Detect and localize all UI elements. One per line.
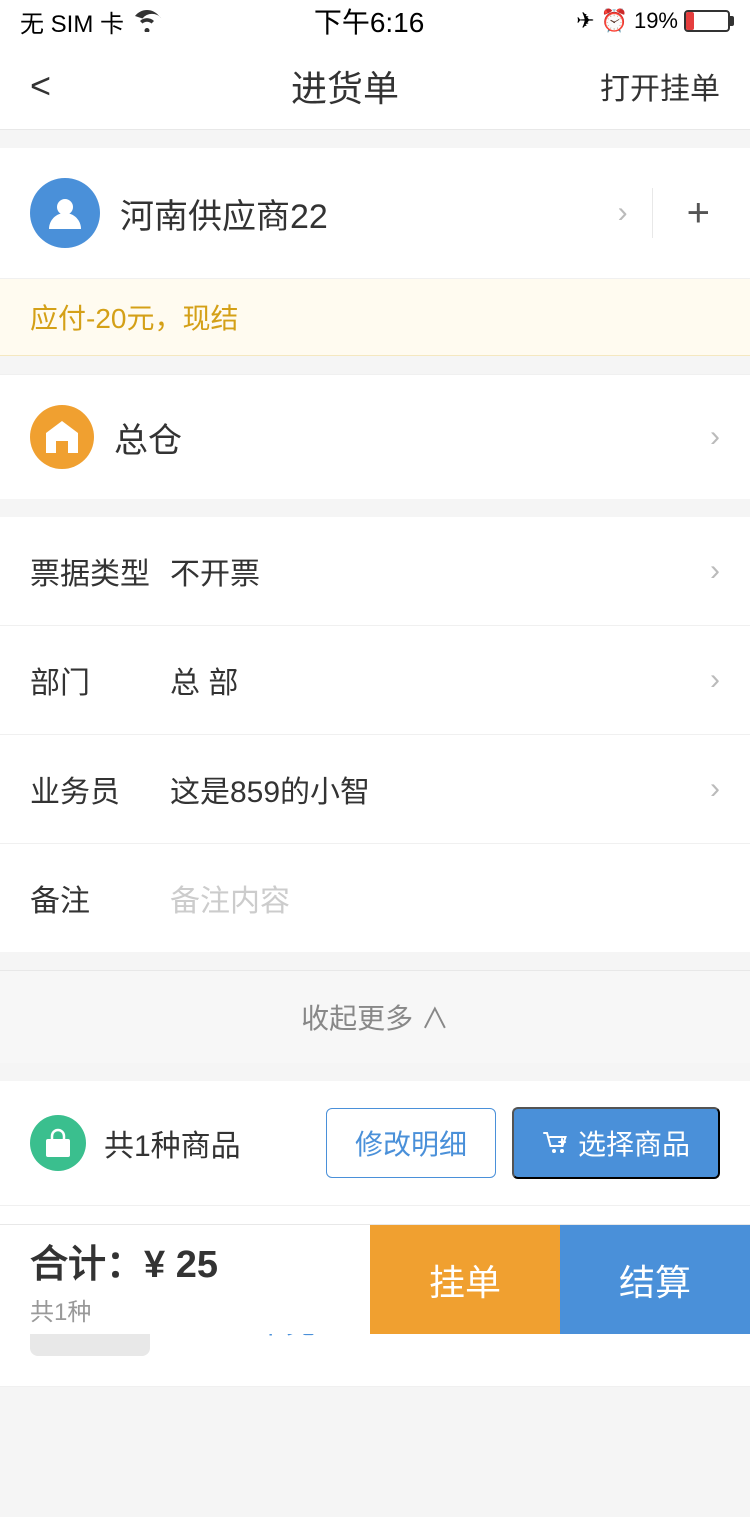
bag-icon [42,1127,74,1159]
warehouse-name: 总仓 [114,413,710,462]
total-label: 合计： [30,1244,144,1286]
invoice-label: 票据类型 [30,549,170,593]
add-supplier-button[interactable]: + [677,191,720,236]
status-bar-right: ✈ ⏰ 19% [576,8,730,34]
warehouse-section: 总仓 › [0,374,750,499]
settle-button[interactable]: 结算 [560,1225,750,1334]
footer-total: 合计：¥ 25 共1种 [0,1225,370,1334]
alarm-icon: ⏰ [601,8,628,34]
carrier-text: 无 SIM 卡 [20,4,124,39]
open-hang-button[interactable]: 打开挂单 [600,64,720,108]
status-bar-time: 下午6:16 [314,1,425,41]
supplier-avatar [30,178,100,248]
warehouse-icon [44,419,80,455]
page-title: 进货单 [291,60,399,112]
dept-row[interactable]: 部门 总 部 › [0,626,750,735]
battery-text: 19% [634,8,678,34]
chevron-right-icon: › [710,420,720,454]
salesman-row[interactable]: 业务员 这是859的小智 › [0,735,750,844]
battery-icon [684,10,730,32]
product-count-icon [30,1115,86,1171]
chevron-right-icon: › [710,554,720,588]
chevron-right-icon: › [710,663,720,697]
supplier-alert: 应付-20元，现结 [0,279,750,356]
user-icon [45,193,85,233]
vertical-divider [652,188,653,238]
hang-button[interactable]: 挂单 [370,1225,560,1334]
warehouse-icon-wrap [30,405,94,469]
products-header: 共1种商品 修改明细 选择商品 [0,1081,750,1206]
wifi-icon [132,10,162,32]
product-count-text: 共1种商品 [104,1121,326,1165]
dept-label: 部门 [30,658,170,702]
collapse-bar[interactable]: 收起更多 ∧ [0,970,750,1063]
supplier-name: 河南供应商22 [120,189,618,238]
select-product-label: 选择商品 [578,1123,690,1163]
cart-icon [542,1129,570,1157]
dept-value: 总 部 [170,658,710,702]
total-value: ¥ 25 [144,1244,218,1286]
location-icon: ✈ [576,8,594,34]
status-bar: 无 SIM 卡 下午6:16 ✈ ⏰ 19% [0,0,750,42]
footer: 合计：¥ 25 共1种 挂单 结算 [0,1224,750,1334]
invoice-row[interactable]: 票据类型 不开票 › [0,517,750,626]
total-amount: 合计：¥ 25 [30,1233,340,1288]
select-product-button[interactable]: 选择商品 [512,1107,720,1179]
nav-bar: < 进货单 打开挂单 [0,42,750,130]
status-bar-left: 无 SIM 卡 [20,4,162,39]
total-count: 共1种 [30,1292,340,1327]
form-section: 票据类型 不开票 › 部门 总 部 › 业务员 这是859的小智 › 备注 备注… [0,517,750,952]
supplier-section: 河南供应商22 › + 应付-20元，现结 [0,148,750,356]
chevron-right-icon: › [618,196,628,230]
salesman-label: 业务员 [30,767,170,811]
invoice-value: 不开票 [170,549,710,593]
remark-row[interactable]: 备注 备注内容 [0,844,750,952]
chevron-right-icon: › [710,772,720,806]
warehouse-row[interactable]: 总仓 › [0,374,750,499]
supplier-row[interactable]: 河南供应商22 › + [0,148,750,279]
remark-input[interactable]: 备注内容 [170,876,720,920]
salesman-value: 这是859的小智 [170,767,710,811]
edit-detail-button[interactable]: 修改明细 [326,1108,496,1178]
back-button[interactable]: < [30,65,90,107]
remark-label: 备注 [30,876,170,920]
